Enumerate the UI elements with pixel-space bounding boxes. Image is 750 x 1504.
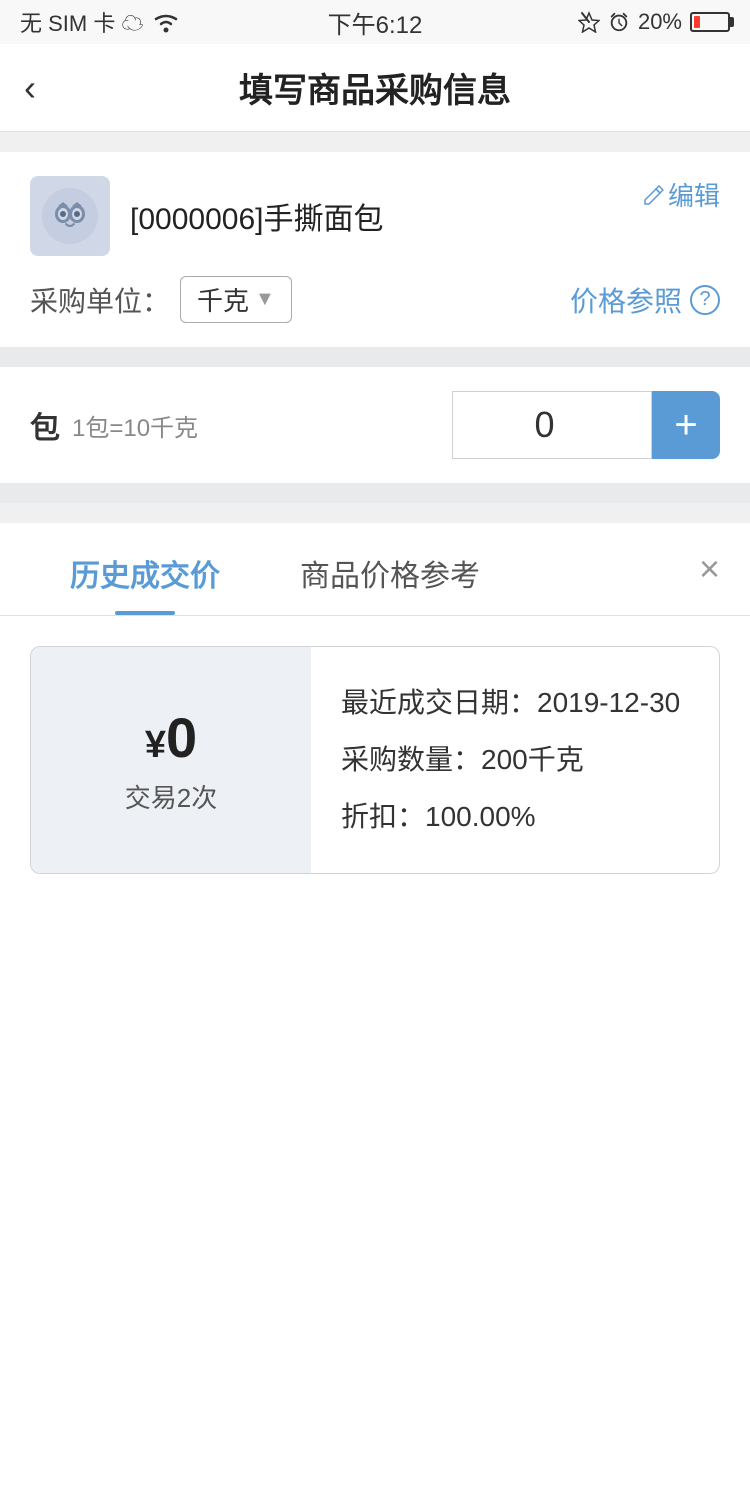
product-thumbnail bbox=[30, 176, 110, 256]
wifi-icon bbox=[151, 11, 181, 33]
battery-icon bbox=[690, 12, 730, 32]
unit-selector[interactable]: 千克 ▼ bbox=[180, 276, 292, 323]
tab-price-reference[interactable]: 商品价格参考 bbox=[260, 523, 520, 615]
tabs-row: 历史成交价 商品价格参考 × bbox=[0, 523, 750, 616]
quantity-row: 包 1包=10千克 + bbox=[0, 367, 750, 483]
price-ref-label: 价格参照 bbox=[570, 280, 682, 320]
product-unit-row: 采购单位： 千克 ▼ 价格参照 ? bbox=[30, 276, 720, 323]
history-card: ¥0 交易2次 最近成交日期：2019-12-30 采购数量：200千克 折扣：… bbox=[30, 646, 720, 874]
price-ref-button[interactable]: 价格参照 ? bbox=[570, 280, 720, 320]
quantity-unit-info: 包 1包=10千克 bbox=[30, 403, 198, 447]
product-logo-icon bbox=[40, 186, 100, 246]
unit-label: 采购单位： 千克 ▼ bbox=[30, 276, 292, 323]
tab-price-ref-label: 商品价格参考 bbox=[300, 560, 480, 593]
unit-label-text: 采购单位： bbox=[30, 280, 170, 320]
product-id: [0000006] bbox=[130, 203, 263, 236]
yen-sign: ¥ bbox=[145, 724, 166, 766]
bottom-space bbox=[0, 904, 750, 1504]
history-content: ¥0 交易2次 最近成交日期：2019-12-30 采购数量：200千克 折扣：… bbox=[0, 616, 750, 904]
status-left: 无 SIM 卡 ☁ bbox=[20, 6, 181, 38]
price-number: 0 bbox=[166, 706, 197, 769]
edit-icon bbox=[642, 184, 664, 206]
alarm-icon bbox=[608, 11, 630, 33]
discount: 折扣：100.00% bbox=[341, 797, 689, 836]
section-divider-2 bbox=[0, 483, 750, 503]
history-details-panel: 最近成交日期：2019-12-30 采购数量：200千克 折扣：100.00% bbox=[311, 647, 719, 873]
price-ref-info-icon: ? bbox=[690, 285, 720, 315]
quantity-unit-eq: 1包=10千克 bbox=[72, 408, 198, 443]
history-price-panel: ¥0 交易2次 bbox=[31, 647, 311, 873]
panel-area: 历史成交价 商品价格参考 × ¥0 交易2次 最近成交日期：2019-12-30… bbox=[0, 523, 750, 904]
quantity-unit-label: 包 bbox=[30, 403, 60, 447]
product-name: [0000006]手撕面包 bbox=[130, 194, 383, 238]
unit-dropdown-arrow: ▼ bbox=[255, 288, 275, 311]
edit-label: 编辑 bbox=[668, 176, 720, 213]
status-bar: 无 SIM 卡 ☁ 下午6:12 20% bbox=[0, 0, 750, 44]
purchase-qty: 采购数量：200千克 bbox=[341, 740, 689, 779]
tab-close-button[interactable]: × bbox=[699, 548, 720, 590]
back-button[interactable]: ‹ bbox=[24, 67, 36, 109]
tab-history-price[interactable]: 历史成交价 bbox=[30, 523, 260, 615]
product-name-text: 手撕面包 bbox=[263, 203, 383, 236]
quantity-input[interactable] bbox=[452, 391, 652, 459]
status-right: 20% bbox=[578, 9, 730, 35]
recent-date: 最近成交日期：2019-12-30 bbox=[341, 683, 689, 722]
status-time: 下午6:12 bbox=[328, 5, 423, 40]
location-icon bbox=[578, 11, 600, 33]
product-left: [0000006]手撕面包 bbox=[30, 176, 383, 256]
product-header: [0000006]手撕面包 编辑 bbox=[30, 176, 720, 256]
battery-percent: 20% bbox=[638, 9, 682, 35]
history-price-value: ¥0 bbox=[145, 705, 197, 770]
quantity-input-group: + bbox=[452, 391, 720, 459]
quantity-plus-button[interactable]: + bbox=[652, 391, 720, 459]
nav-bar: ‹ 填写商品采购信息 bbox=[0, 44, 750, 132]
unit-value: 千克 bbox=[197, 281, 249, 318]
page-title: 填写商品采购信息 bbox=[239, 63, 511, 112]
edit-button[interactable]: 编辑 bbox=[642, 176, 720, 213]
tab-history-label: 历史成交价 bbox=[70, 560, 220, 593]
sim-text: 无 SIM 卡 ☁ bbox=[20, 6, 143, 38]
history-trades-count: 交易2次 bbox=[125, 778, 217, 815]
section-divider bbox=[0, 347, 750, 367]
product-card: [0000006]手撕面包 编辑 采购单位： 千克 ▼ 价格参照 ? bbox=[0, 152, 750, 347]
